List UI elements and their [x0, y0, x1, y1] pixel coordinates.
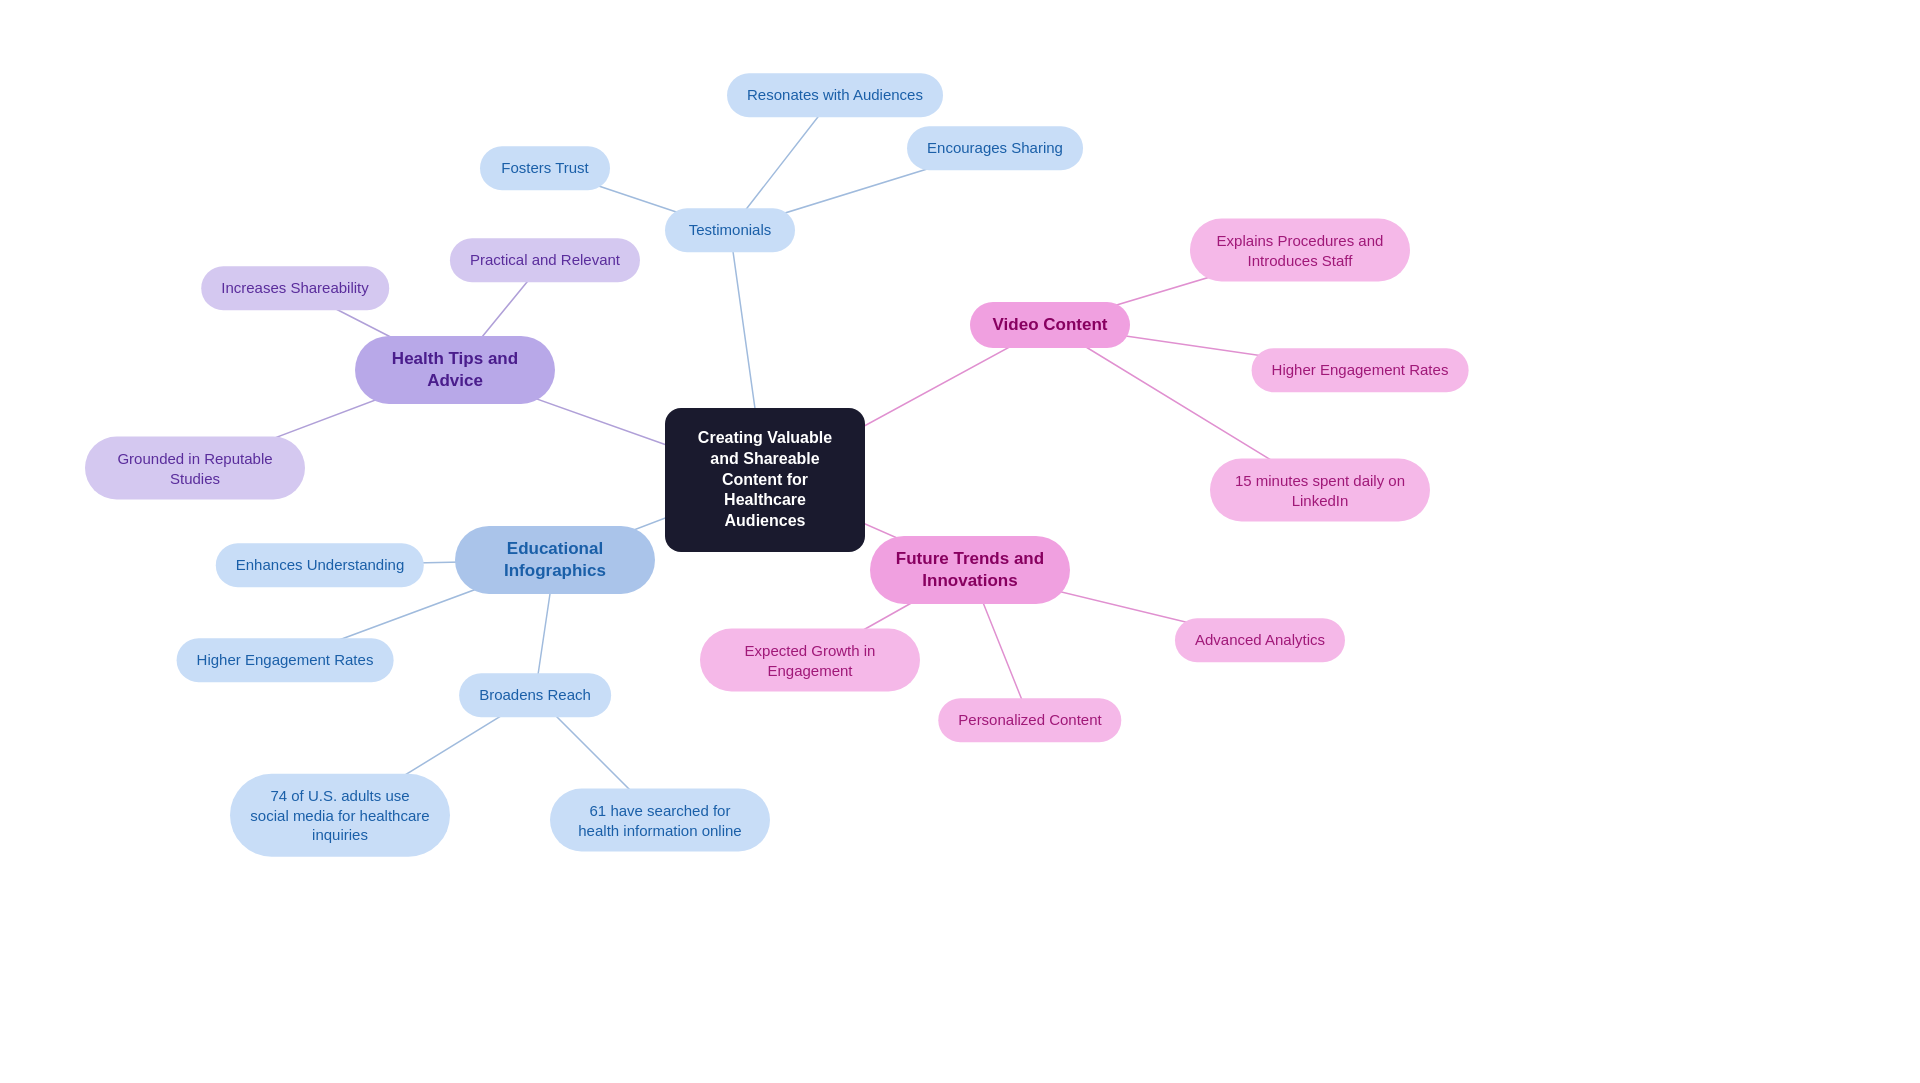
node-health-tips: Health Tips and Advice [355, 336, 555, 404]
node-video-content: Video Content [970, 302, 1130, 348]
node-enhances: Enhances Understanding [216, 543, 424, 587]
node-grounded: Grounded in Reputable Studies [85, 437, 305, 500]
node-encourages: Encourages Sharing [907, 126, 1083, 170]
node-higher-eng-pink: Higher Engagement Rates [1252, 348, 1469, 392]
node-social-media: 74 of U.S. adults use social media for h… [230, 774, 450, 857]
center-node: Creating Valuable and Shareable Content … [665, 408, 865, 552]
node-future-trends: Future Trends and Innovations [870, 536, 1070, 604]
node-fosters: Fosters Trust [480, 146, 610, 190]
node-personalized: Personalized Content [938, 698, 1121, 742]
node-resonates: Resonates with Audiences [727, 73, 943, 117]
node-expected-growth: Expected Growth in Engagement [700, 629, 920, 692]
node-broadens: Broadens Reach [459, 673, 611, 717]
node-explains: Explains Procedures and Introduces Staff [1190, 219, 1410, 282]
node-advanced: Advanced Analytics [1175, 618, 1345, 662]
node-searched: 61 have searched for health information … [550, 789, 770, 852]
mindmap-container: Creating Valuable and Shareable Content … [0, 0, 1920, 1083]
node-linkedin: 15 minutes spent daily on LinkedIn [1210, 459, 1430, 522]
node-higher-eng-blue: Higher Engagement Rates [177, 638, 394, 682]
node-practical: Practical and Relevant [450, 238, 640, 282]
node-increases: Increases Shareability [201, 266, 389, 310]
node-testimonials: Testimonials [665, 208, 795, 252]
node-edu-infographics: Educational Infographics [455, 526, 655, 594]
